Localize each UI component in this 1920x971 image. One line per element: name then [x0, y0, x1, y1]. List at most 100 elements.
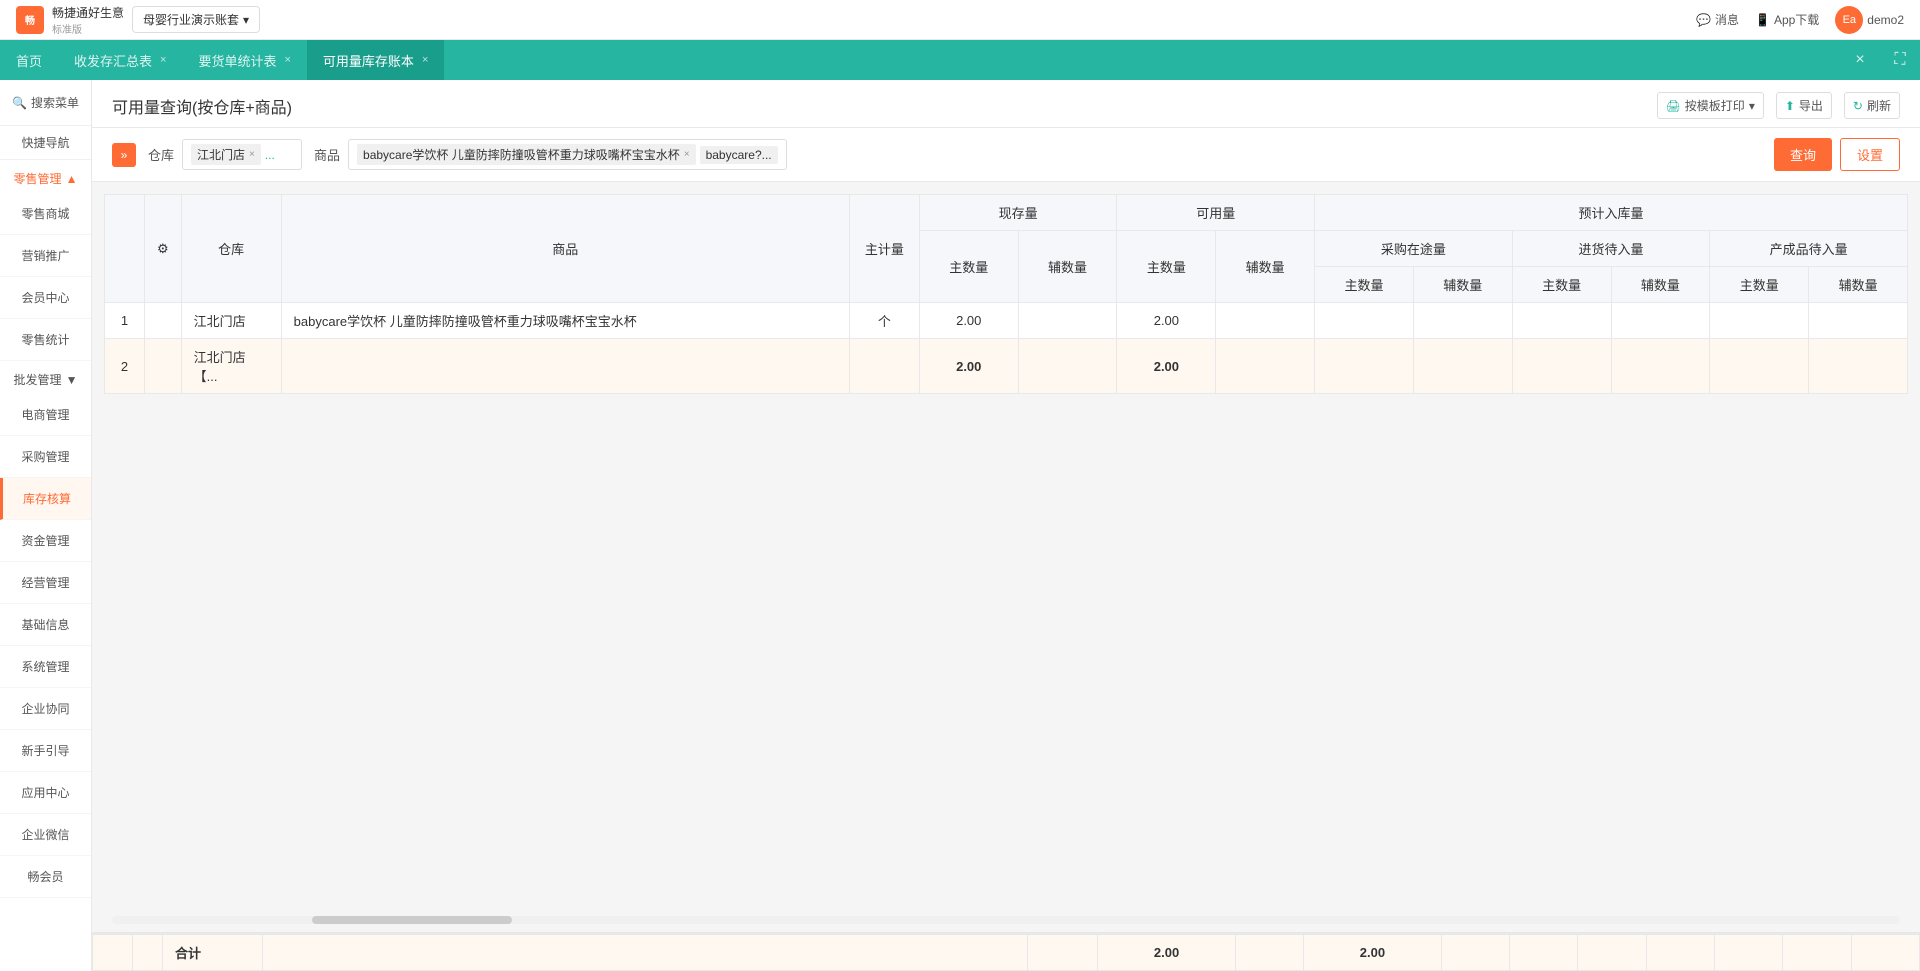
total-label: 合计	[163, 935, 263, 971]
message-icon: 💬	[1696, 13, 1711, 27]
print-btn[interactable]: 🖨 按模板打印 ▾	[1657, 92, 1764, 119]
nav-right-actions: × ⛶	[1840, 40, 1920, 80]
warehouse-tag: 江北门店 ×	[191, 144, 261, 165]
cell-subtotal-available-main: 2.00	[1117, 339, 1216, 394]
chevron-down-icon: ▾	[1749, 99, 1755, 113]
cell-unit: 个	[849, 303, 919, 339]
settings-icon: ⚙	[157, 241, 169, 256]
sidebar-item-member[interactable]: 会员中心	[0, 277, 91, 319]
sidebar-item-ecommerce[interactable]: 电商管理	[0, 394, 91, 436]
warehouse-label: 仓库	[148, 145, 174, 164]
cell-subtotal-purchase-aux	[1413, 339, 1512, 394]
user-avatar-btn[interactable]: Ea demo2	[1835, 6, 1904, 34]
top-bar-left: 畅 畅捷通好生意 标准版 母婴行业演示账套 ▾	[16, 4, 260, 36]
th-warehouse: 仓库	[181, 195, 281, 303]
cell-subtotal-unit	[849, 339, 919, 394]
close-tab-inventory[interactable]: ×	[422, 54, 428, 66]
top-bar-right: 💬 消息 📱 App下载 Ea demo2	[1696, 6, 1904, 34]
th-current-main: 主数量	[919, 231, 1018, 303]
filter-actions: 查询 设置	[1774, 138, 1900, 171]
expand-filter-btn[interactable]: »	[112, 143, 136, 167]
th-settings[interactable]: ⚙	[145, 195, 182, 303]
sidebar-item-new-guide[interactable]: 新手引导	[0, 730, 91, 772]
sidebar-item-wholesale-mgmt[interactable]: 批发管理 ▼	[0, 361, 91, 394]
refresh-btn[interactable]: ↻ 刷新	[1844, 92, 1900, 119]
close-window-btn[interactable]: ×	[1840, 40, 1880, 80]
total-purchase-aux	[1578, 935, 1646, 971]
sidebar: 🔍 搜索菜单 快捷导航 零售管理 ▲ 零售商城 营销推广 会员中心 零售统计 批…	[0, 80, 92, 971]
cell-subtotal-incoming-main	[1512, 339, 1611, 394]
export-btn[interactable]: ⬆ 导出	[1776, 92, 1832, 119]
industry-selector[interactable]: 母婴行业演示账套 ▾	[132, 6, 260, 33]
sidebar-item-enterprise-wx[interactable]: 企业微信	[0, 814, 91, 856]
horizontal-scrollbar[interactable]	[112, 916, 1900, 924]
refresh-icon: ↻	[1853, 99, 1863, 113]
table-container: ⚙ 仓库 商品 主计量 现存量	[92, 182, 1920, 912]
warehouse-filter-group: 仓库 江北门店 × ...	[148, 139, 302, 170]
tab-order-stats[interactable]: 要货单统计表 ×	[182, 40, 306, 80]
warehouse-input[interactable]: 江北门店 × ...	[182, 139, 302, 170]
cell-subtotal-available-aux	[1216, 339, 1315, 394]
th-expected-in: 预计入库量	[1315, 195, 1908, 231]
tab-home[interactable]: 首页	[0, 40, 58, 80]
th-product-aux: 辅数量	[1809, 267, 1908, 303]
th-product: 商品	[281, 195, 849, 303]
message-btn[interactable]: 💬 消息	[1696, 11, 1739, 28]
sidebar-item-inventory-check[interactable]: 库存核算	[0, 478, 91, 520]
nav-tabs: 首页 收发存汇总表 × 要货单统计表 × 可用量库存账本 × × ⛶	[0, 40, 1920, 80]
sidebar-item-finance[interactable]: 资金管理	[0, 520, 91, 562]
cell-subtotal-product-aux	[1809, 339, 1908, 394]
sidebar-item-app-center[interactable]: 应用中心	[0, 772, 91, 814]
th-unit: 主计量	[849, 195, 919, 303]
cell-settings	[145, 303, 182, 339]
th-incoming: 进货待入量	[1512, 231, 1710, 267]
sidebar-item-retail-mgmt[interactable]: 零售管理 ▲	[0, 160, 91, 193]
cell-warehouse: 江北门店	[181, 303, 281, 339]
sidebar-quick-nav[interactable]: 快捷导航	[0, 126, 91, 160]
sidebar-item-system[interactable]: 系统管理	[0, 646, 91, 688]
cell-current-aux	[1018, 303, 1117, 339]
sidebar-item-purchase[interactable]: 采购管理	[0, 436, 91, 478]
warehouse-more[interactable]: ...	[265, 148, 275, 162]
total-current-main: 2.00	[1098, 935, 1236, 971]
sidebar-item-operations[interactable]: 经营管理	[0, 562, 91, 604]
sidebar-item-cooperation[interactable]: 企业协同	[0, 688, 91, 730]
th-current-stock: 现存量	[919, 195, 1117, 231]
top-bar: 畅 畅捷通好生意 标准版 母婴行业演示账套 ▾ 💬 消息 📱 App下载 Ea …	[0, 0, 1920, 40]
total-current-aux	[1235, 935, 1303, 971]
sidebar-item-retail-mall[interactable]: 零售商城	[0, 193, 91, 235]
close-tab-order-stats[interactable]: ×	[284, 54, 290, 66]
total-available-main: 2.00	[1304, 935, 1442, 971]
cell-subtotal-warehouse: 江北门店【...	[181, 339, 281, 394]
cell-subtotal-product-main	[1710, 339, 1809, 394]
sidebar-item-marketing[interactable]: 营销推广	[0, 235, 91, 277]
cell-subtotal-settings	[145, 339, 182, 394]
total-empty-2	[133, 935, 163, 971]
avatar: Ea	[1835, 6, 1863, 34]
th-index	[105, 195, 145, 303]
query-btn[interactable]: 查询	[1774, 138, 1832, 171]
sidebar-item-basic-info[interactable]: 基础信息	[0, 604, 91, 646]
tab-receipts[interactable]: 收发存汇总表 ×	[58, 40, 182, 80]
remove-warehouse-tag[interactable]: ×	[249, 149, 255, 160]
product-filter-group: 商品 babycare学饮杯 儿童防摔防撞吸管杯重力球吸嘴杯宝宝水杯 × bab…	[314, 139, 787, 170]
close-tab-receipts[interactable]: ×	[160, 54, 166, 66]
chevron-up-icon: ▲	[66, 172, 78, 186]
th-available: 可用量	[1117, 195, 1315, 231]
sidebar-item-retail-stats[interactable]: 零售统计	[0, 319, 91, 361]
chevron-down-icon: ▼	[66, 373, 78, 387]
setting-btn[interactable]: 设置	[1840, 138, 1900, 171]
search-menu-btn[interactable]: 🔍 搜索菜单	[8, 88, 83, 117]
product-input[interactable]: babycare学饮杯 儿童防摔防撞吸管杯重力球吸嘴杯宝宝水杯 × babyca…	[348, 139, 787, 170]
maximize-btn[interactable]: ⛶	[1880, 40, 1920, 80]
logo-icon: 畅	[16, 6, 44, 34]
app-info: 畅捷通好生意 标准版	[52, 4, 124, 36]
sidebar-search-section: 🔍 搜索菜单	[0, 80, 91, 126]
th-available-main: 主数量	[1117, 231, 1216, 303]
scrollbar-thumb[interactable]	[312, 916, 512, 924]
total-product-main	[1783, 935, 1851, 971]
app-download-btn[interactable]: 📱 App下载	[1755, 11, 1819, 28]
sidebar-item-member-vip[interactable]: 畅会员	[0, 856, 91, 898]
tab-inventory[interactable]: 可用量库存账本 ×	[307, 40, 444, 80]
remove-product-tag-1[interactable]: ×	[684, 149, 690, 160]
